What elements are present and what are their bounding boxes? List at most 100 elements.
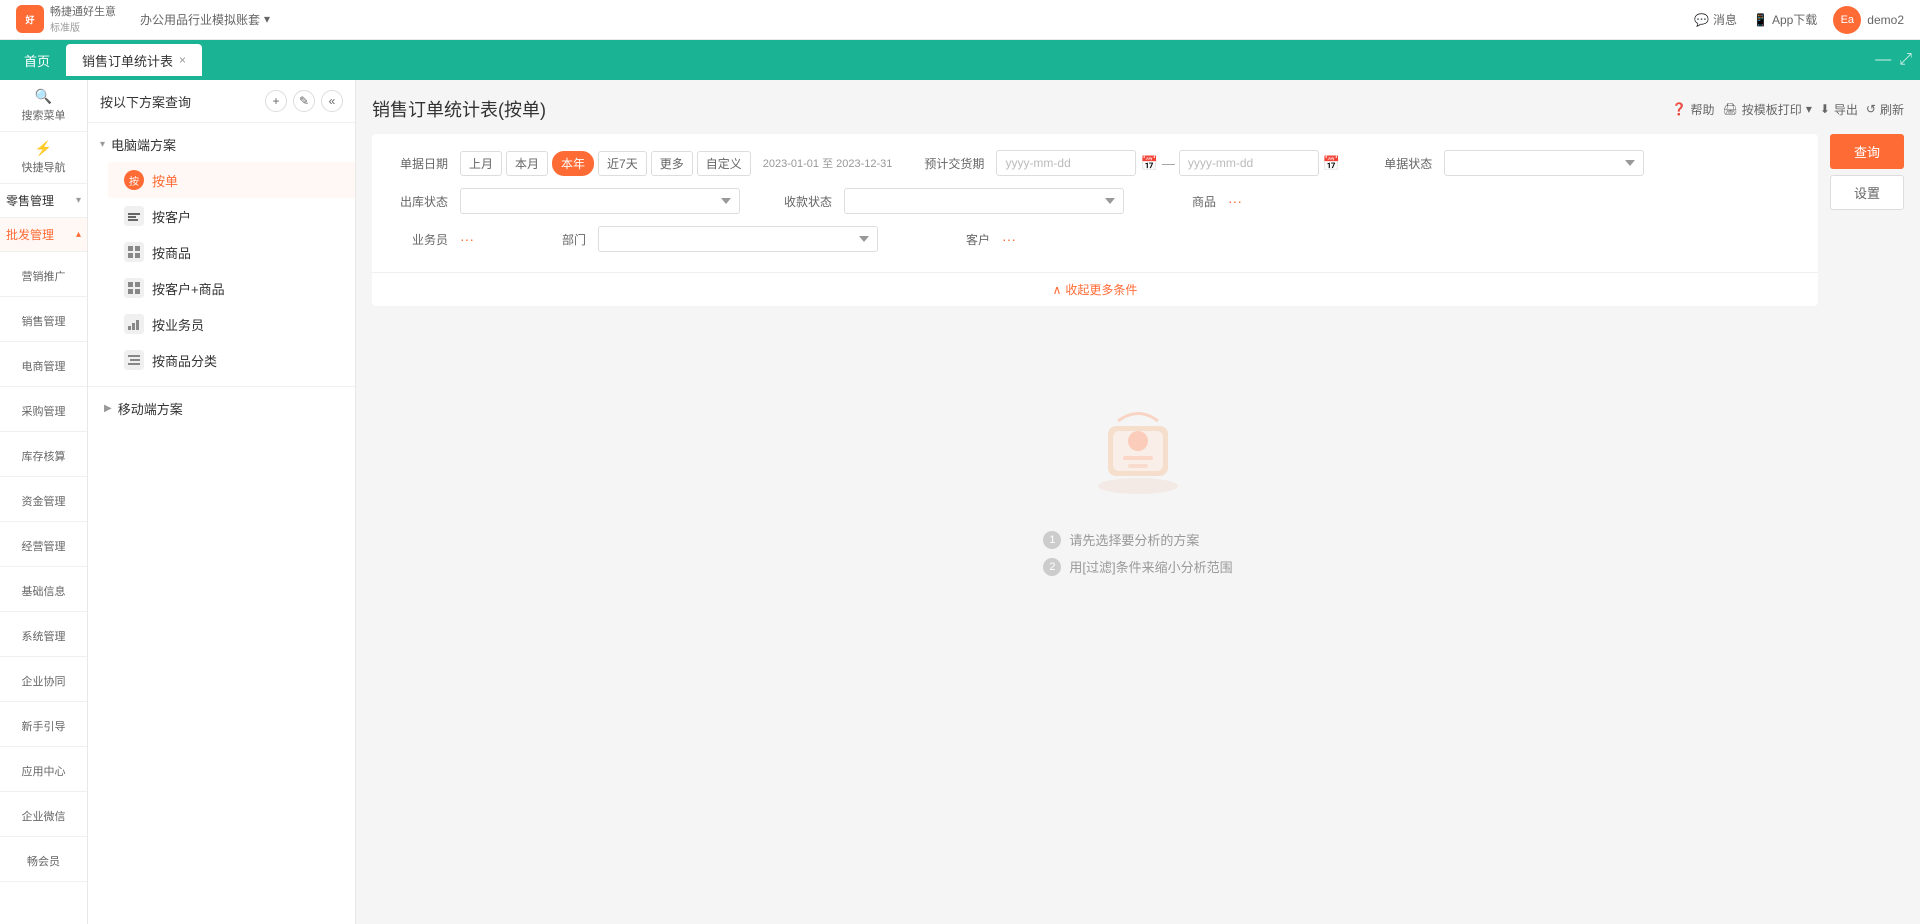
date-btn-more[interactable]: 更多 [651,151,693,176]
sidebar-ecommerce-label: 电商管理 [4,358,83,374]
filter-row-3: 业务员 ··· 部门 客户 ··· [388,226,1802,260]
sidebar-item-apps[interactable]: 应用中心 [0,747,87,792]
date-btn-this-year[interactable]: 本年 [552,151,594,176]
collapse-panel-button[interactable]: « [321,90,343,112]
print-button[interactable]: 🖨 按模板打印 ▾ [1723,101,1812,118]
tree-item-by-product[interactable]: 按商品 [108,234,355,270]
payment-status-label: 收款状态 [772,193,832,210]
tree-item-by-customer[interactable]: 按客户 [108,198,355,234]
sidebar-nav[interactable]: ⚡ 快捷导航 [0,132,87,184]
tree-parent-mobile[interactable]: ▶ 移动端方案 [88,391,355,426]
reset-button[interactable]: 设置 [1830,175,1904,210]
date-btn-custom[interactable]: 自定义 [697,151,751,176]
sidebar-item-enterprise[interactable]: 企业协同 [0,657,87,702]
sidebar-item-member[interactable]: 畅会员 [0,837,87,882]
expected-delivery-start[interactable] [996,150,1136,176]
date-btn-this-month[interactable]: 本月 [506,151,548,176]
collapse-filter-button[interactable]: ∧ 收起更多条件 [372,272,1818,306]
tab-home[interactable]: 首页 [8,44,66,76]
sidebar-item-finance[interactable]: 资金管理 [0,477,87,522]
breadcrumb-text: 办公用品行业模拟账套 [140,11,260,28]
tree-parent-desktop[interactable]: ▾ 电脑端方案 [88,127,355,162]
sidebar-item-sales[interactable]: 销售管理 [0,297,87,342]
payment-status-select-wrap [844,188,1124,214]
tree-item-by-cust-prod[interactable]: 按客户+商品 [108,270,355,306]
date-btn-last-month[interactable]: 上月 [460,151,502,176]
avatar: Ea [1833,6,1861,34]
calendar-end-icon[interactable]: 📅 [1323,155,1340,172]
customer-dots[interactable]: ··· [1002,231,1016,247]
breadcrumb-chevron-icon[interactable]: ▾ [264,12,270,26]
tree-item-by-order[interactable]: 按 按单 [108,162,355,198]
sidebar-search[interactable]: 🔍 搜索菜单 [0,80,87,132]
sidebar-item-purchase[interactable]: 采购管理 [0,387,87,432]
by-salesman-label: 按业务员 [152,315,204,334]
user-profile[interactable]: Ea demo2 [1833,6,1904,34]
department-select[interactable] [598,226,878,252]
sidebar-item-wechat[interactable]: 企业微信 [0,792,87,837]
search-button[interactable]: 查询 [1830,134,1904,169]
user-name: demo2 [1867,13,1904,27]
empty-tip-1: 1 请先选择要分析的方案 [1043,530,1232,549]
payment-status-select[interactable] [844,188,1124,214]
date-range-text: 2023-01-01 至 2023-12-31 [763,155,893,171]
filter-row-2: 出库状态 收款状态 [388,188,1802,214]
sidebar-newbie-label: 新手引导 [4,718,83,734]
search-btn-group: 查询 设置 [1830,134,1904,210]
tab-sales-order[interactable]: 销售订单统计表 × [66,44,202,76]
tab-close-icon[interactable]: × [179,53,186,67]
tree-item-by-salesman[interactable]: 按业务员 [108,306,355,342]
message-button[interactable]: 💬 消息 [1694,11,1737,28]
message-label: 消息 [1713,11,1737,28]
refresh-button[interactable]: ↺ 刷新 [1866,101,1904,118]
delivery-status-select-wrap [460,188,740,214]
sidebar-finance-label: 资金管理 [4,493,83,509]
tree-sub-desktop: 按 按单 按客户 按商品 [88,162,355,378]
export-button[interactable]: ⬇ 导出 [1820,101,1858,118]
department-select-wrap [598,226,878,252]
tab-home-label: 首页 [24,51,50,70]
sidebar-item-basic[interactable]: 基础信息 [0,567,87,612]
tab-maximize-icon[interactable]: ⤢ [1899,51,1912,69]
expected-delivery-end[interactable] [1179,150,1319,176]
by-category-label: 按商品分类 [152,351,217,370]
page-title: 销售订单统计表(按单) [372,96,546,122]
tab-minimize-icon[interactable]: — [1875,51,1891,69]
sidebar-item-ecommerce[interactable]: 电商管理 [0,342,87,387]
logo-icon: 好 [16,5,44,33]
by-order-icon: 按 [124,170,144,190]
collapse-filter-label: 收起更多条件 [1065,281,1137,298]
status-label: 单据状态 [1372,155,1432,172]
logo-name: 畅捷通好生意 [50,5,116,19]
date-btn-7days[interactable]: 近7天 [598,151,647,176]
add-scheme-button[interactable]: + [265,90,287,112]
page-wrapper: 按以下方案查询 + ✎ « ▾ 电脑端方案 按 按单 [88,80,1920,924]
edit-scheme-button[interactable]: ✎ [293,90,315,112]
empty-tip-2: 2 用[过滤]条件来缩小分析范围 [1043,557,1232,576]
status-select[interactable] [1444,150,1644,176]
product-dots[interactable]: ··· [1228,193,1242,209]
sidebar-item-retail[interactable]: 零售管理 ▾ [0,184,87,218]
sidebar-item-system[interactable]: 系统管理 [0,612,87,657]
app-download-button[interactable]: 📱 App下载 [1753,11,1817,28]
sidebar-item-wholesale[interactable]: 批发管理 ▴ [0,218,87,252]
print-arrow-icon: ▾ [1806,102,1812,116]
calendar-start-icon[interactable]: 📅 [1140,155,1157,172]
sidebar-item-operations[interactable]: 经营管理 [0,522,87,567]
delivery-status-select[interactable] [460,188,740,214]
help-button[interactable]: ❓ 帮助 [1672,101,1715,118]
salesman-dots[interactable]: ··· [460,231,474,247]
help-label: 帮助 [1691,101,1715,118]
status-select-wrap [1444,150,1644,176]
sidebar-retail-label: 零售管理 [6,192,54,209]
help-icon: ❓ [1672,102,1687,116]
tab-bar-controls: — ⤢ [1875,51,1912,69]
salesman-filter-label: 业务员 [388,231,448,248]
sidebar-item-marketing[interactable]: 营销推广 [0,252,87,297]
tree-item-by-category[interactable]: 按商品分类 [108,342,355,378]
sidebar-item-inventory[interactable]: 库存核算 [0,432,87,477]
tab-bar: 首页 销售订单统计表 × — ⤢ [0,40,1920,80]
message-icon: 💬 [1694,13,1709,27]
sidebar-item-newbie[interactable]: 新手引导 [0,702,87,747]
sidebar-wechat-label: 企业微信 [4,808,83,824]
